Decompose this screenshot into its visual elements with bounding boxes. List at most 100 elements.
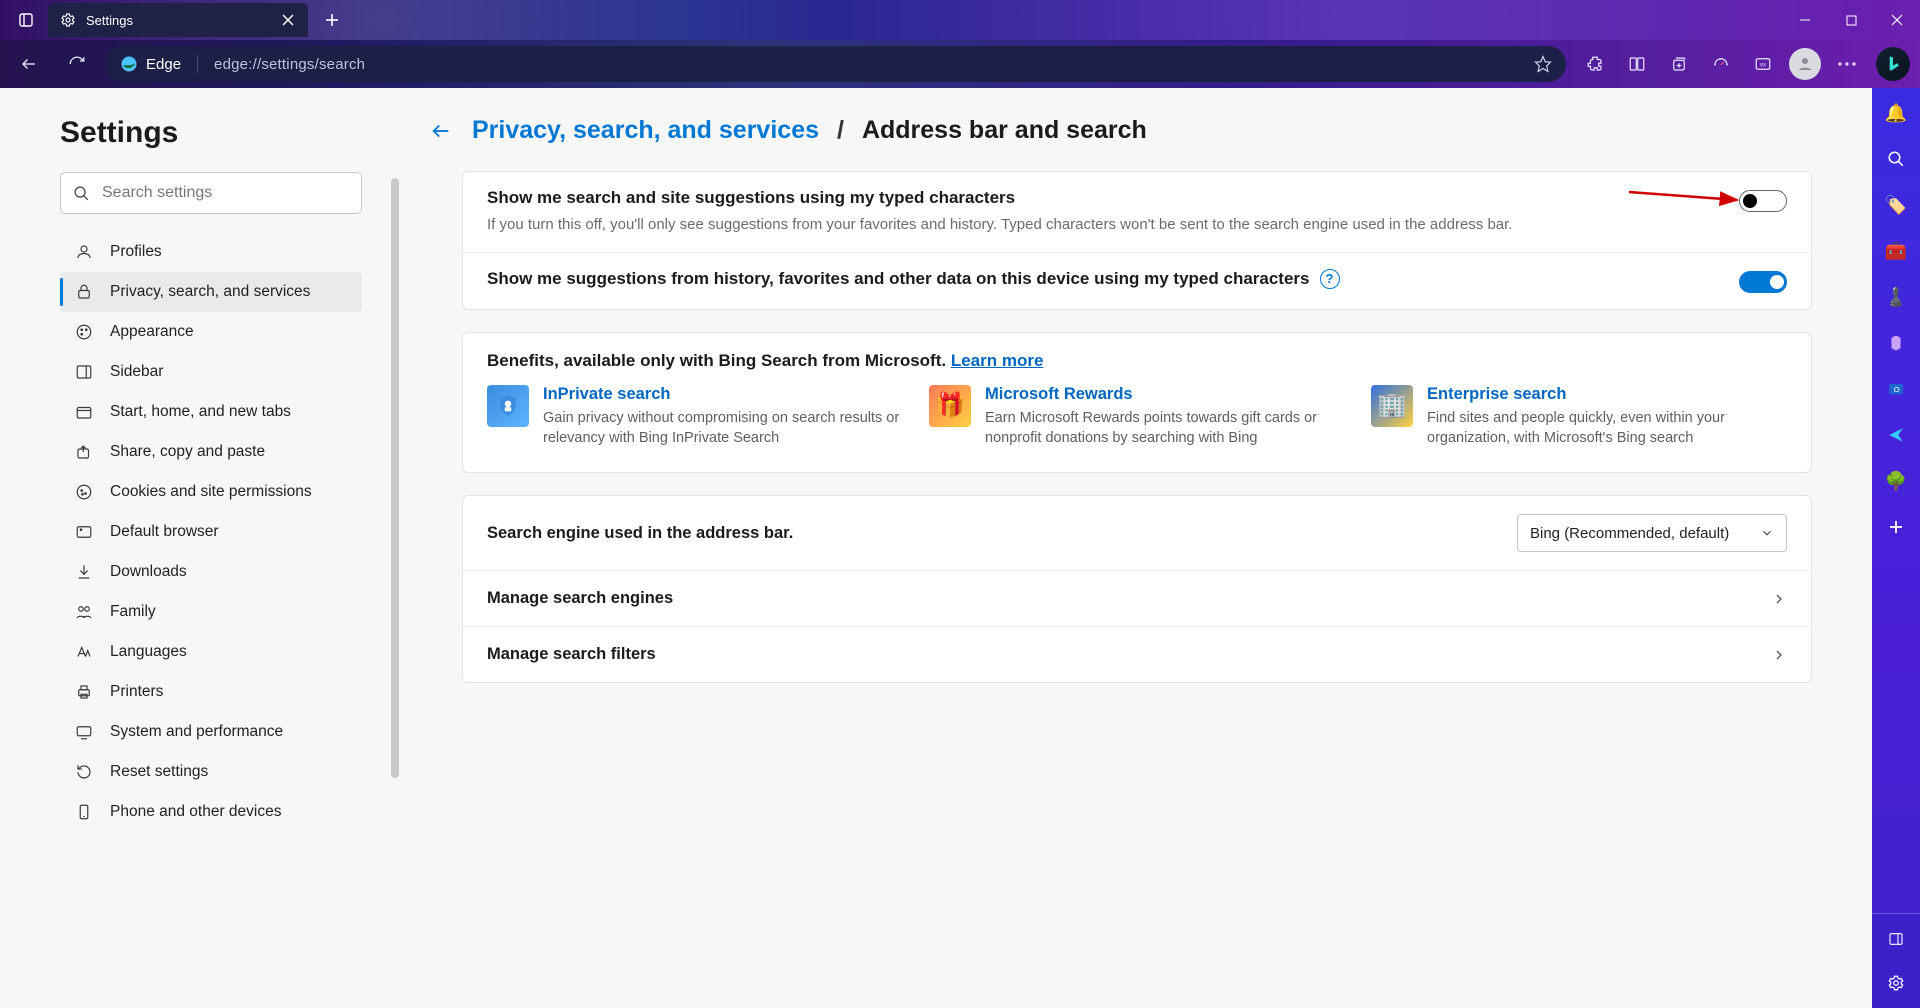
breadcrumb-parent-link[interactable]: Privacy, search, and services — [472, 116, 819, 145]
address-url: edge://settings/search — [214, 56, 365, 73]
nav-downloads[interactable]: Downloads — [60, 552, 362, 592]
manage-engines-label: Manage search engines — [487, 589, 673, 608]
nav-label: Default browser — [110, 523, 219, 541]
language-icon — [74, 643, 94, 661]
chevron-down-icon — [1760, 526, 1774, 540]
more-menu-button[interactable] — [1828, 45, 1866, 83]
bing-chat-button[interactable] — [1876, 47, 1910, 81]
manage-filters-label: Manage search filters — [487, 645, 656, 664]
nav-sidebar[interactable]: Sidebar — [60, 352, 362, 392]
option1-title: Show me search and site suggestions usin… — [487, 188, 1719, 208]
sidebar-tree-icon[interactable]: 🌳 — [1881, 466, 1911, 496]
nav-system[interactable]: System and performance — [60, 712, 362, 752]
nav-printers[interactable]: Printers — [60, 672, 362, 712]
sidebar-games-icon[interactable]: ♟️ — [1881, 282, 1911, 312]
nav-back-button[interactable] — [10, 45, 48, 83]
benefits-learn-more-link[interactable]: Learn more — [951, 351, 1044, 370]
phone-icon — [74, 803, 94, 821]
tab-close-button[interactable] — [278, 10, 298, 30]
breadcrumb-back-button[interactable] — [430, 120, 454, 142]
help-icon[interactable]: ? — [1320, 269, 1340, 289]
benefit-title: Enterprise search — [1427, 385, 1787, 404]
nav-label: Downloads — [110, 563, 187, 581]
window-minimize-button[interactable] — [1782, 0, 1828, 40]
nav-reset[interactable]: Reset settings — [60, 752, 362, 792]
search-engine-select[interactable]: Bing (Recommended, default) — [1517, 514, 1787, 552]
share-icon — [74, 443, 94, 461]
address-bar[interactable]: Edge edge://settings/search — [106, 46, 1566, 82]
tab-title: Settings — [86, 13, 133, 28]
window-maximize-button[interactable] — [1828, 0, 1874, 40]
sidebar-shopping-icon[interactable]: 🏷️ — [1881, 190, 1911, 220]
benefit-desc: Earn Microsoft Rewards points towards gi… — [985, 408, 1345, 449]
benefits-card: Benefits, available only with Bing Searc… — [462, 332, 1812, 474]
nav-label: Profiles — [110, 243, 162, 261]
sidebar-settings-button[interactable] — [1881, 968, 1911, 998]
engine-card: Search engine used in the address bar Bi… — [462, 495, 1812, 683]
nav-share[interactable]: Share, copy and paste — [60, 432, 362, 472]
settings-search-placeholder: Search settings — [102, 184, 212, 202]
shield-search-icon — [487, 385, 529, 427]
suggestions-card: Show me search and site suggestions usin… — [462, 171, 1812, 310]
nav-label: Phone and other devices — [110, 803, 281, 821]
nav-family[interactable]: Family — [60, 592, 362, 632]
manage-filters-row[interactable]: Manage search filters — [463, 626, 1811, 682]
nav-label: Start, home, and new tabs — [110, 403, 291, 421]
performance-button[interactable] — [1702, 45, 1740, 83]
nav-cookies[interactable]: Cookies and site permissions — [60, 472, 362, 512]
sidebar-m365-icon[interactable] — [1881, 328, 1911, 358]
nav-privacy[interactable]: Privacy, search, and services — [60, 272, 362, 312]
benefit-desc: Gain privacy without compromising on sea… — [543, 408, 903, 449]
nav-phone[interactable]: Phone and other devices — [60, 792, 362, 832]
nav-start[interactable]: Start, home, and new tabs — [60, 392, 362, 432]
collections-button[interactable] — [1660, 45, 1698, 83]
favorite-star-button[interactable] — [1534, 55, 1552, 73]
tab-actions-button[interactable] — [8, 2, 44, 38]
new-tab-button[interactable] — [316, 4, 348, 36]
nav-refresh-button[interactable] — [58, 45, 96, 83]
profile-button[interactable] — [1786, 45, 1824, 83]
benefit-enterprise: 🏢 Enterprise searchFind sites and people… — [1371, 385, 1787, 449]
sidebar-send-icon[interactable] — [1881, 420, 1911, 450]
manage-engines-row[interactable]: Manage search engines — [463, 570, 1811, 626]
option2-toggle[interactable] — [1739, 271, 1787, 293]
profile-icon — [74, 243, 94, 261]
chevron-right-icon — [1771, 591, 1787, 607]
svg-text:vx: vx — [1760, 62, 1766, 68]
sidebar-outlook-icon[interactable]: O — [1881, 374, 1911, 404]
settings-search-input[interactable]: Search settings — [60, 172, 362, 214]
window-close-button[interactable] — [1874, 0, 1920, 40]
nav-default-browser[interactable]: Default browser — [60, 512, 362, 552]
browser-icon — [74, 523, 94, 541]
nav-label: Printers — [110, 683, 163, 701]
benefit-desc: Find sites and people quickly, even with… — [1427, 408, 1787, 449]
sidebar-tools-icon[interactable]: 🧰 — [1881, 236, 1911, 266]
family-icon — [74, 603, 94, 621]
nav-appearance[interactable]: Appearance — [60, 312, 362, 352]
window-controls — [1782, 0, 1920, 40]
nav-profiles[interactable]: Profiles — [60, 232, 362, 272]
tab-settings[interactable]: Settings — [48, 3, 308, 37]
rewards-icon: 🎁 — [929, 385, 971, 427]
sidebar-notifications-icon[interactable]: 🔔 — [1881, 98, 1911, 128]
paint-icon — [74, 323, 94, 341]
gear-icon — [60, 12, 76, 28]
nav-languages[interactable]: Languages — [60, 632, 362, 672]
nav-label: Sidebar — [110, 363, 163, 381]
browser-toolbar: Edge edge://settings/search vx — [0, 40, 1920, 88]
nav-label: Family — [110, 603, 156, 621]
nav-label: System and performance — [110, 723, 283, 741]
sidebar-scrollbar[interactable] — [390, 88, 400, 1008]
split-screen-button[interactable] — [1618, 45, 1656, 83]
sidebar-add-button[interactable] — [1881, 512, 1911, 542]
benefits-heading: Benefits, available only with Bing Searc… — [487, 351, 951, 370]
option1-toggle[interactable] — [1739, 190, 1787, 212]
sidebar-collapse-button[interactable] — [1881, 924, 1911, 954]
nav-label: Languages — [110, 643, 187, 661]
site-identity: Edge — [120, 55, 202, 73]
extensions-button[interactable] — [1576, 45, 1614, 83]
sidebar-search-icon[interactable] — [1881, 144, 1911, 174]
chevron-right-icon — [1771, 647, 1787, 663]
screenshot-button[interactable]: vx — [1744, 45, 1782, 83]
reset-icon — [74, 763, 94, 781]
